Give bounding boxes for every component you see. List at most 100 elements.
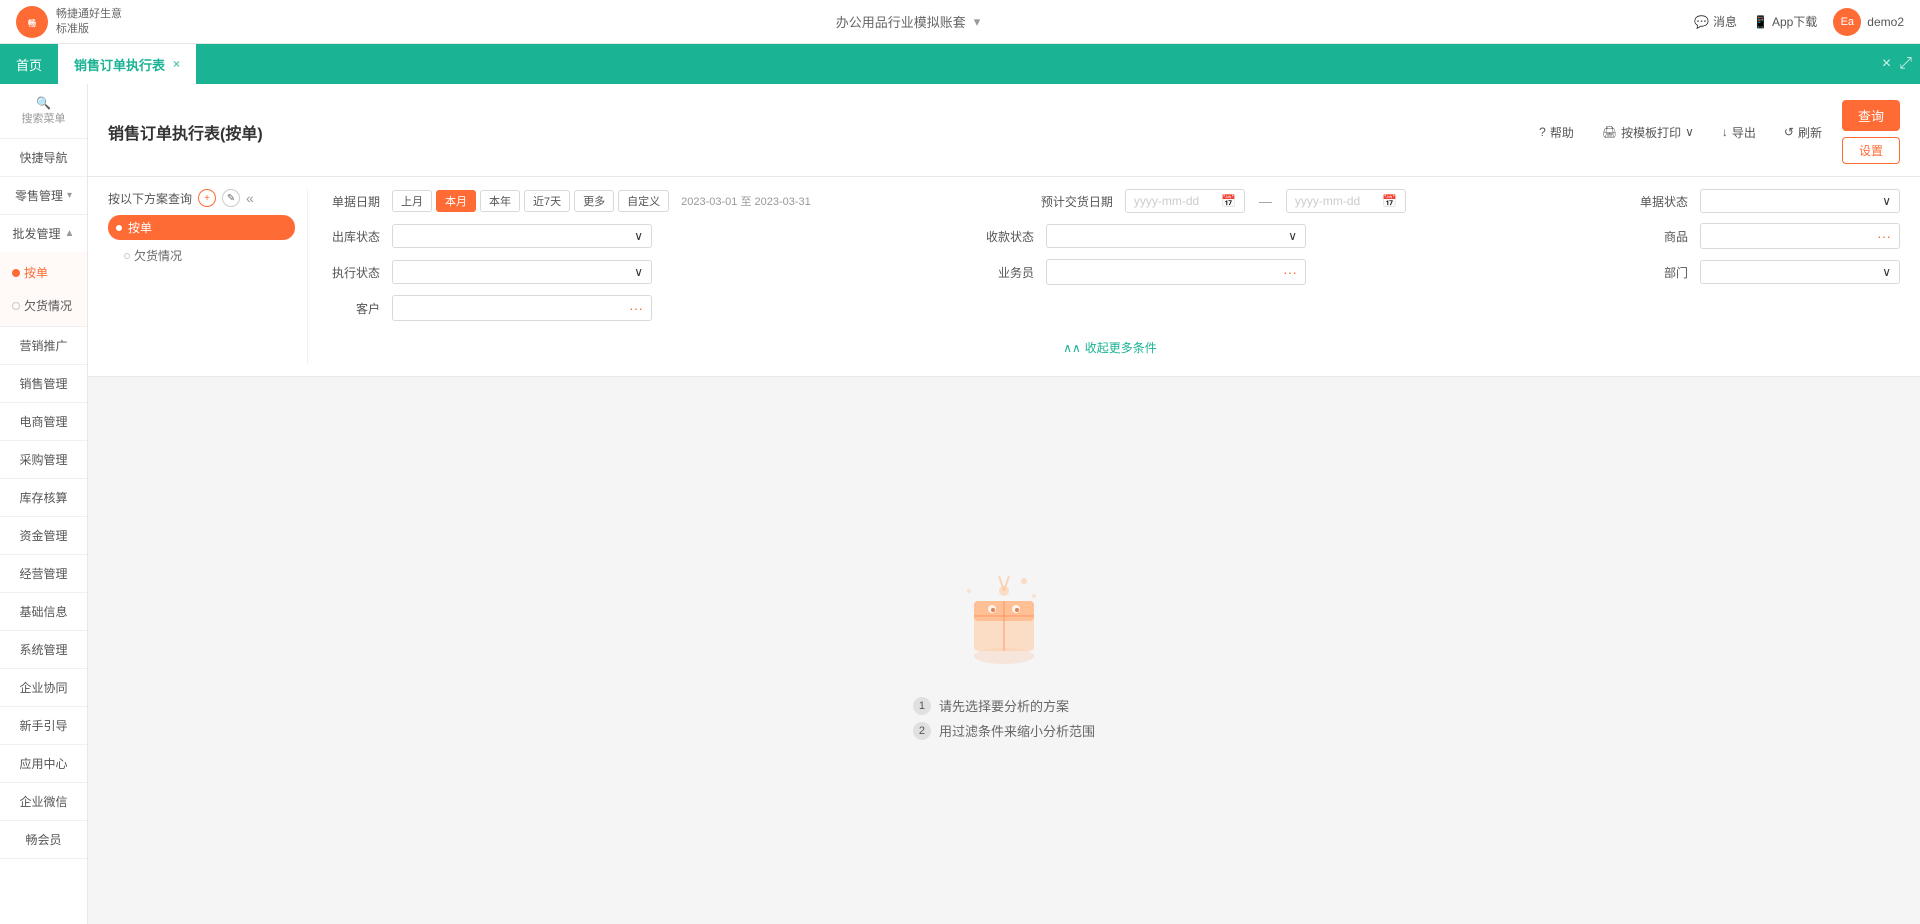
sidebar-section-app: 应用中心 (0, 745, 87, 783)
scheme-collapse-btn[interactable]: « (246, 190, 254, 206)
date-btn-custom[interactable]: 自定义 (618, 190, 669, 212)
sidebar-quick-nav[interactable]: 快捷导航 (0, 139, 87, 177)
inactive-dot (12, 302, 20, 310)
sidebar-item-sales[interactable]: 销售管理 (0, 365, 87, 402)
refresh-btn[interactable]: ↺ 刷新 (1776, 120, 1830, 145)
settings-btn[interactable]: 设置 (1842, 137, 1900, 164)
calendar-icon-end: 📅 (1382, 194, 1397, 208)
window-expand-icon[interactable]: ⤢ (1899, 55, 1912, 73)
customer-label: 客户 (320, 300, 380, 317)
date-btn-year[interactable]: 本年 (480, 190, 520, 212)
sidebar-item-ops[interactable]: 经营管理 (0, 555, 87, 592)
help-btn[interactable]: ? 帮助 (1531, 120, 1582, 145)
nav-title: 办公用品行业模拟账套 (836, 12, 966, 31)
collect-status-label: 收款状态 (974, 228, 1034, 245)
message-label: 消息 (1713, 13, 1737, 30)
expected-date-start[interactable]: yyyy-mm-dd 📅 (1125, 189, 1245, 213)
salesperson-select[interactable]: ··· (1046, 259, 1306, 285)
query-btn[interactable]: 查询 (1842, 100, 1900, 131)
content-area: 销售订单执行表(按单) ? 帮助 🖨 按模板打印 ∨ ↓ 导出 ↺ 刷新 (88, 84, 1920, 924)
expected-date-end[interactable]: yyyy-mm-dd 📅 (1286, 189, 1406, 213)
dept-select[interactable]: ∨ (1700, 260, 1900, 284)
customer-dots[interactable]: ··· (629, 300, 643, 316)
avatar: Ea (1833, 8, 1861, 36)
sidebar-item-member[interactable]: 畅会员 (0, 821, 87, 858)
sidebar-item-wholesale[interactable]: 批发管理 ▲ (0, 215, 87, 252)
sidebar-ecommerce-label: 电商管理 (19, 413, 67, 430)
phone-icon: 📱 (1753, 15, 1768, 29)
sidebar-item-base[interactable]: 基础信息 (0, 593, 87, 630)
sidebar-sub-press-order[interactable]: 按单 (0, 256, 87, 289)
sidebar-search[interactable]: 🔍 搜索菜单 (0, 84, 87, 139)
sidebar-item-enterprise[interactable]: 企业协同 (0, 669, 87, 706)
date-btn-current-month[interactable]: 本月 (436, 190, 476, 212)
goods-select[interactable]: ··· (1700, 223, 1900, 249)
sidebar-search-label: 搜索菜单 (8, 110, 79, 126)
scheme-panel: 按以下方案查询 + ✎ « 按单 欠货情况 (108, 189, 308, 364)
exec-status-select[interactable]: ∨ (392, 260, 652, 284)
sidebar-item-app[interactable]: 应用中心 (0, 745, 87, 782)
app-download-btn[interactable]: 📱 App下载 (1753, 13, 1817, 30)
date-range-text: 2023-03-01 至 2023-03-31 (681, 193, 811, 209)
tab-active-label: 销售订单执行表 (74, 55, 165, 74)
status-select[interactable]: ∨ (1700, 189, 1900, 213)
calendar-icon-start: 📅 (1221, 194, 1236, 208)
sidebar-item-finance[interactable]: 资金管理 (0, 517, 87, 554)
dept-label: 部门 (1628, 264, 1688, 281)
sidebar-sys-label: 系统管理 (19, 641, 67, 658)
sidebar-base-label: 基础信息 (19, 603, 67, 620)
sidebar-item-purchase[interactable]: 采购管理 (0, 441, 87, 478)
filter-layout: 按以下方案查询 + ✎ « 按单 欠货情况 (108, 189, 1900, 364)
tab-active[interactable]: 销售订单执行表 × (58, 44, 196, 84)
page-header: 销售订单执行表(按单) ? 帮助 🖨 按模板打印 ∨ ↓ 导出 ↺ 刷新 (88, 84, 1920, 177)
filter-row-4: 客户 ··· (320, 295, 1900, 321)
out-status-select[interactable]: ∨ (392, 224, 652, 248)
tab-close-icon[interactable]: × (173, 57, 180, 71)
sidebar-item-new-guide[interactable]: 新手引导 (0, 707, 87, 744)
date-btn-more[interactable]: 更多 (574, 190, 614, 212)
date-btn-prev-month[interactable]: 上月 (392, 190, 432, 212)
sidebar-item-sys[interactable]: 系统管理 (0, 631, 87, 668)
collapse-btn[interactable]: ∧∧ 收起更多条件 (320, 331, 1900, 364)
scheme-edit-btn[interactable]: ✎ (222, 189, 240, 207)
sidebar-new-guide-label: 新手引导 (19, 717, 67, 734)
out-status-label: 出库状态 (320, 228, 380, 245)
customer-select[interactable]: ··· (392, 295, 652, 321)
user-menu[interactable]: Ea demo2 (1833, 8, 1904, 36)
sidebar-section-inventory: 库存核算 (0, 479, 87, 517)
date-btn-7days[interactable]: 近7天 (524, 190, 570, 212)
filter-row-2: 出库状态 ∨ 收款状态 ∨ 商品 (320, 223, 1900, 249)
expand-icon-wholesale: ▲ (65, 228, 75, 239)
sidebar-sub-press-order-label: 按单 (24, 264, 48, 281)
sidebar-item-wechat[interactable]: 企业微信 (0, 783, 87, 820)
scheme-add-btn[interactable]: + (198, 189, 216, 207)
sidebar-item-ecommerce[interactable]: 电商管理 (0, 403, 87, 440)
sidebar-item-marketing[interactable]: 营销推广 (0, 327, 87, 364)
window-close-icon[interactable]: × (1882, 55, 1891, 73)
date-label: 单据日期 (320, 193, 380, 210)
tab-home-label: 首页 (16, 55, 42, 74)
sidebar-section-purchase: 采购管理 (0, 441, 87, 479)
sidebar-sub-owe-goods[interactable]: 欠货情况 (0, 289, 87, 322)
salesperson-dots[interactable]: ··· (1283, 264, 1297, 280)
header-nav[interactable]: 办公用品行业模拟账套 ▾ (836, 12, 981, 31)
sidebar-item-inventory[interactable]: 库存核算 (0, 479, 87, 516)
scheme-sub-item-owe[interactable]: 欠货情况 (124, 244, 295, 267)
message-btn[interactable]: 💬 消息 (1694, 13, 1737, 30)
step-2-text: 用过滤条件来缩小分析范围 (939, 721, 1095, 740)
template-print-label: 按模板打印 (1621, 124, 1681, 141)
collapse-label: 收起更多条件 (1085, 339, 1157, 356)
sidebar: 🔍 搜索菜单 快捷导航 零售管理 ▾ 批发管理 ▲ 按单 (0, 84, 88, 924)
scheme-item-active[interactable]: 按单 (108, 215, 295, 240)
expected-date-start-placeholder: yyyy-mm-dd (1134, 194, 1199, 208)
template-print-btn[interactable]: 🖨 按模板打印 ∨ (1594, 120, 1702, 145)
export-btn[interactable]: ↓ 导出 (1714, 120, 1764, 145)
date-buttons: 上月 本月 本年 近7天 更多 自定义 (392, 190, 669, 212)
goods-dots[interactable]: ··· (1877, 228, 1891, 244)
salesperson-label: 业务员 (974, 264, 1034, 281)
nav-arrow[interactable]: ▾ (974, 14, 981, 30)
sidebar-item-retail[interactable]: 零售管理 ▾ (0, 177, 87, 214)
collect-status-select[interactable]: ∨ (1046, 224, 1306, 248)
sidebar-section-enterprise: 企业协同 (0, 669, 87, 707)
tab-home[interactable]: 首页 (0, 44, 58, 84)
